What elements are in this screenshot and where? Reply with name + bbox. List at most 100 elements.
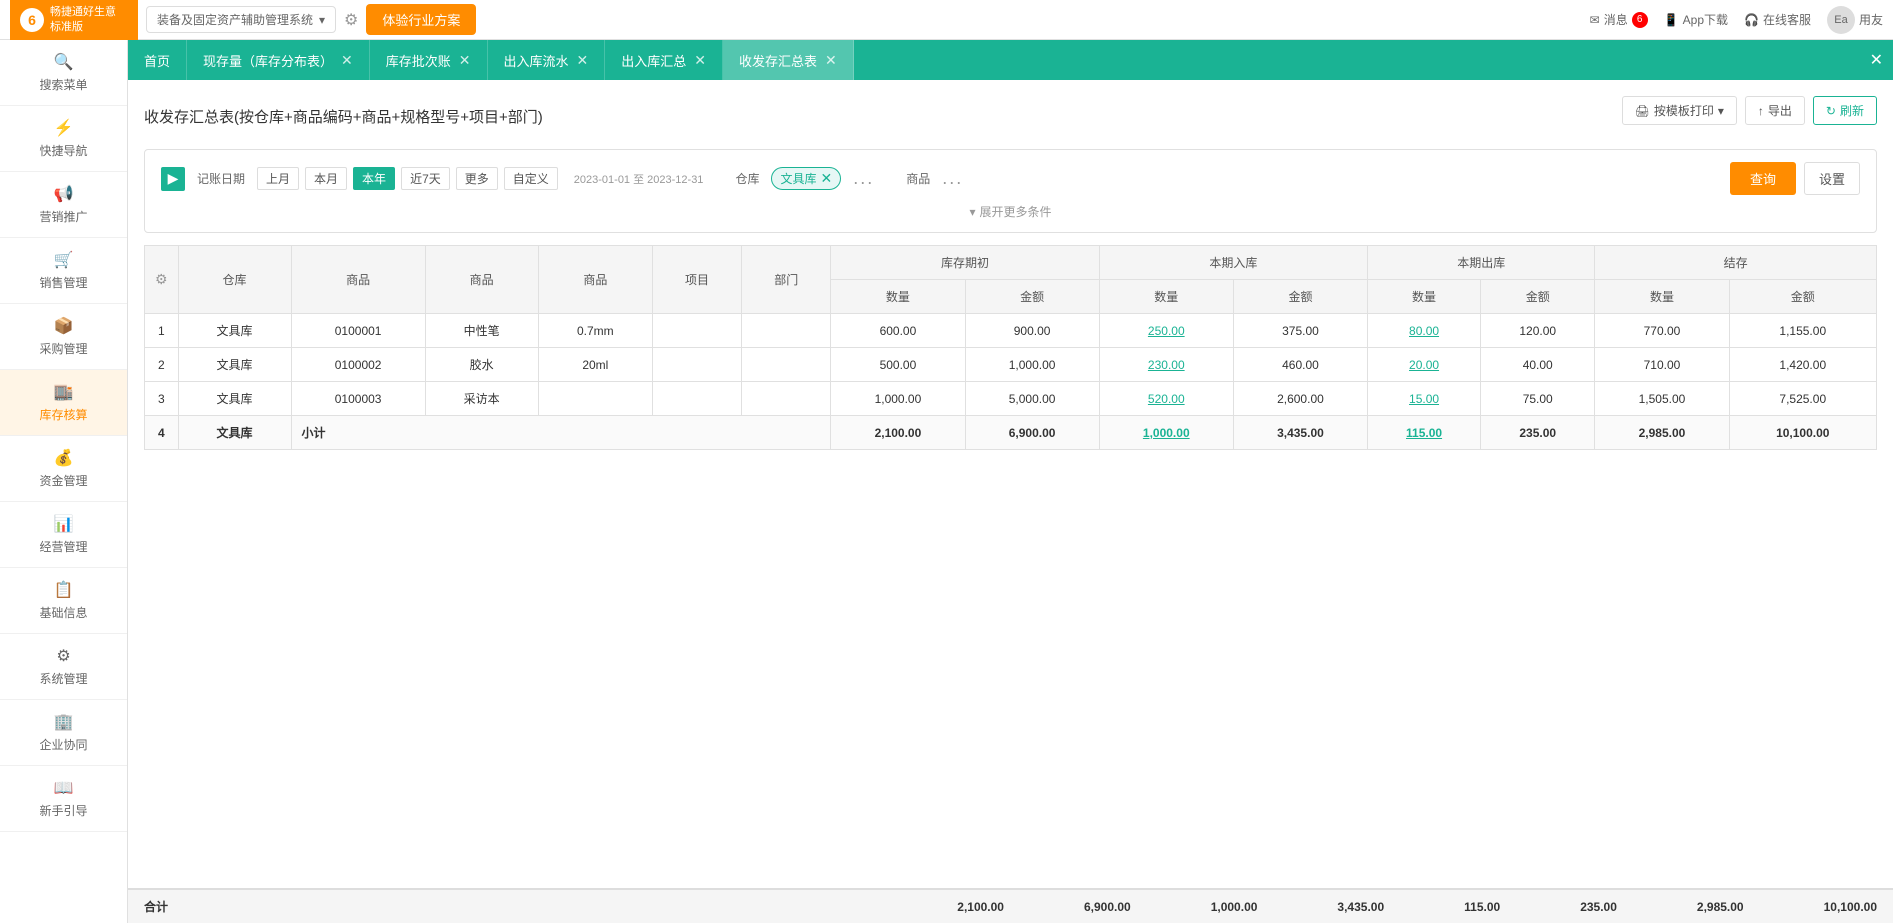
tab-flow[interactable]: 出入库流水 ✕ (488, 40, 606, 80)
footer-label: 合计 (144, 898, 168, 915)
content-area: 首页 现存量（库存分布表） ✕ 库存批次账 ✕ 出入库流水 ✕ 出入库汇总 ✕ … (128, 40, 1893, 923)
tab-batch[interactable]: 库存批次账 ✕ (370, 40, 488, 80)
sidebar-label-purchase: 采购管理 (39, 340, 87, 357)
toolbar: 🖨 按模板打印 ▾ ↑ 导出 ↻ 刷新 (1622, 96, 1877, 125)
sidebar-item-purchase[interactable]: 📦 采购管理 (0, 304, 127, 370)
table-row: 3 文具库 0100003 采访本 1,000.00 5,000.00 520.… (145, 382, 1877, 416)
subtotal-in-qty[interactable]: 1,000.00 (1099, 416, 1233, 450)
col-settings-header: ⚙ (145, 246, 179, 314)
row-out-amt: 40.00 (1481, 348, 1595, 382)
building-icon: 🏢 (54, 712, 74, 732)
subtotal-out-qty[interactable]: 115.00 (1368, 416, 1481, 450)
sidebar-item-basic[interactable]: 📋 基础信息 (0, 568, 127, 634)
row-dept (742, 382, 831, 416)
query-button[interactable]: 查询 (1730, 162, 1796, 195)
row-name: 胶水 (425, 348, 538, 382)
warehouse-more[interactable]: ... (853, 168, 874, 189)
date-last-month[interactable]: 上月 (257, 167, 299, 190)
tab-inout-summary[interactable]: 出入库汇总 ✕ (605, 40, 723, 80)
user-item[interactable]: Ea 用友 (1827, 6, 1883, 34)
refresh-button[interactable]: ↻ 刷新 (1813, 96, 1877, 125)
sidebar-item-quick[interactable]: ⚡ 快捷导航 (0, 106, 127, 172)
print-icon: 🖨 (1635, 104, 1650, 118)
export-button[interactable]: ↑ 导出 (1745, 96, 1805, 125)
export-icon: ↑ (1758, 104, 1764, 118)
print-button[interactable]: 🖨 按模板打印 ▾ (1622, 96, 1737, 125)
subtotal-label: 小计 (291, 416, 831, 450)
goods-more[interactable]: ... (942, 168, 963, 189)
row-out-qty[interactable]: 20.00 (1368, 348, 1481, 382)
row-in-qty[interactable]: 520.00 (1099, 382, 1233, 416)
tab-recv-summary[interactable]: 收发存汇总表 ✕ (723, 40, 854, 80)
filter-bar: ▶ 记账日期 上月 本月 本年 近7天 更多 自定义 2023-01-01 至 … (144, 149, 1877, 233)
row-close-amt: 7,525.00 (1729, 382, 1876, 416)
headset-icon: 🎧 (1744, 13, 1759, 27)
warehouse-icon: 🏬 (54, 382, 74, 402)
tab-recv-label: 收发存汇总表 (739, 51, 817, 70)
warehouse-tag-close[interactable]: ✕ (820, 170, 832, 187)
sidebar-item-operation[interactable]: 📊 经营管理 (0, 502, 127, 568)
row-open-amt: 1,000.00 (965, 348, 1099, 382)
row-open-qty: 600.00 (831, 314, 965, 348)
date-buttons: 上月 本月 本年 近7天 更多 自定义 (257, 167, 558, 190)
row-in-qty[interactable]: 250.00 (1099, 314, 1233, 348)
row-out-qty[interactable]: 15.00 (1368, 382, 1481, 416)
sidebar-item-finance[interactable]: 💰 资金管理 (0, 436, 127, 502)
sidebar-item-enterprise[interactable]: 🏢 企业协同 (0, 700, 127, 766)
row-out-qty[interactable]: 80.00 (1368, 314, 1481, 348)
tab-recv-close[interactable]: ✕ (825, 52, 837, 69)
row-close-qty: 710.00 (1595, 348, 1729, 382)
tab-batch-close[interactable]: ✕ (459, 52, 471, 69)
col-name-header: 商品 (425, 246, 538, 314)
row-in-qty[interactable]: 230.00 (1099, 348, 1233, 382)
tab-flow-close[interactable]: ✕ (577, 52, 589, 69)
sidebar-item-guide[interactable]: 📖 新手引导 (0, 766, 127, 832)
row-close-amt: 1,420.00 (1729, 348, 1876, 382)
sidebar-item-search[interactable]: 🔍 搜索菜单 (0, 40, 127, 106)
filter-toggle[interactable]: ▶ (161, 167, 185, 191)
sidebar-label-finance: 资金管理 (39, 472, 87, 489)
footer-in-amt: 3,435.00 (1337, 900, 1384, 914)
subtotal-open-amt: 6,900.00 (965, 416, 1099, 450)
row-in-amt: 375.00 (1233, 314, 1367, 348)
date-custom[interactable]: 自定义 (504, 167, 558, 190)
row-open-qty: 1,000.00 (831, 382, 965, 416)
row-open-qty: 500.00 (831, 348, 965, 382)
expand-button[interactable]: ▾ 展开更多条件 (969, 203, 1051, 220)
col-settings-icon[interactable]: ⚙ (155, 271, 168, 287)
row-code: 0100001 (291, 314, 425, 348)
app-download-item[interactable]: 📱 App下载 (1664, 11, 1728, 28)
sidebar-item-marketing[interactable]: 📢 营销推广 (0, 172, 127, 238)
dropdown-icon: ▾ (319, 13, 325, 27)
main-layout: 🔍 搜索菜单 ⚡ 快捷导航 📢 营销推广 🛒 销售管理 📦 采购管理 🏬 库存核… (0, 40, 1893, 923)
subtotal-no: 4 (145, 416, 179, 450)
tab-inout-close[interactable]: ✕ (694, 52, 706, 69)
sidebar-item-sales[interactable]: 🛒 销售管理 (0, 238, 127, 304)
col-code-header: 商品 (291, 246, 425, 314)
tab-bar-close-all[interactable]: ✕ (1870, 50, 1893, 70)
message-item[interactable]: ✉ 消息 6 (1590, 11, 1648, 28)
system-title[interactable]: 装备及固定资产辅助管理系统 ▾ (146, 6, 336, 33)
trial-button[interactable]: 体验行业方案 (366, 4, 476, 35)
settings-icon[interactable]: ⚙ (344, 10, 358, 30)
row-code: 0100002 (291, 348, 425, 382)
lightning-icon: ⚡ (54, 118, 74, 138)
tab-stock-dist-close[interactable]: ✕ (341, 52, 353, 69)
filter-actions: 查询 设置 (1730, 162, 1860, 195)
date-this-year[interactable]: 本年 (353, 167, 395, 190)
col-project-header: 项目 (652, 246, 741, 314)
sidebar-item-system[interactable]: ⚙ 系统管理 (0, 634, 127, 700)
data-table: ⚙ 仓库 商品 商品 商品 项目 部门 库存期初 本期入库 本期出库 结存 (144, 245, 1877, 450)
sidebar-item-inventory[interactable]: 🏬 库存核算 (0, 370, 127, 436)
date-this-month[interactable]: 本月 (305, 167, 347, 190)
date-7days[interactable]: 近7天 (401, 167, 450, 190)
service-item[interactable]: 🎧 在线客服 (1744, 11, 1811, 28)
tab-stock-dist[interactable]: 现存量（库存分布表） ✕ (187, 40, 370, 80)
filter-setting-button[interactable]: 设置 (1804, 162, 1860, 195)
date-range: 2023-01-01 至 2023-12-31 (574, 171, 704, 187)
row-no: 1 (145, 314, 179, 348)
date-more[interactable]: 更多 (456, 167, 498, 190)
tab-home[interactable]: 首页 (128, 40, 187, 80)
sidebar-label-operation: 经营管理 (39, 538, 87, 555)
warehouse-tag-text: 文具库 (780, 170, 816, 187)
